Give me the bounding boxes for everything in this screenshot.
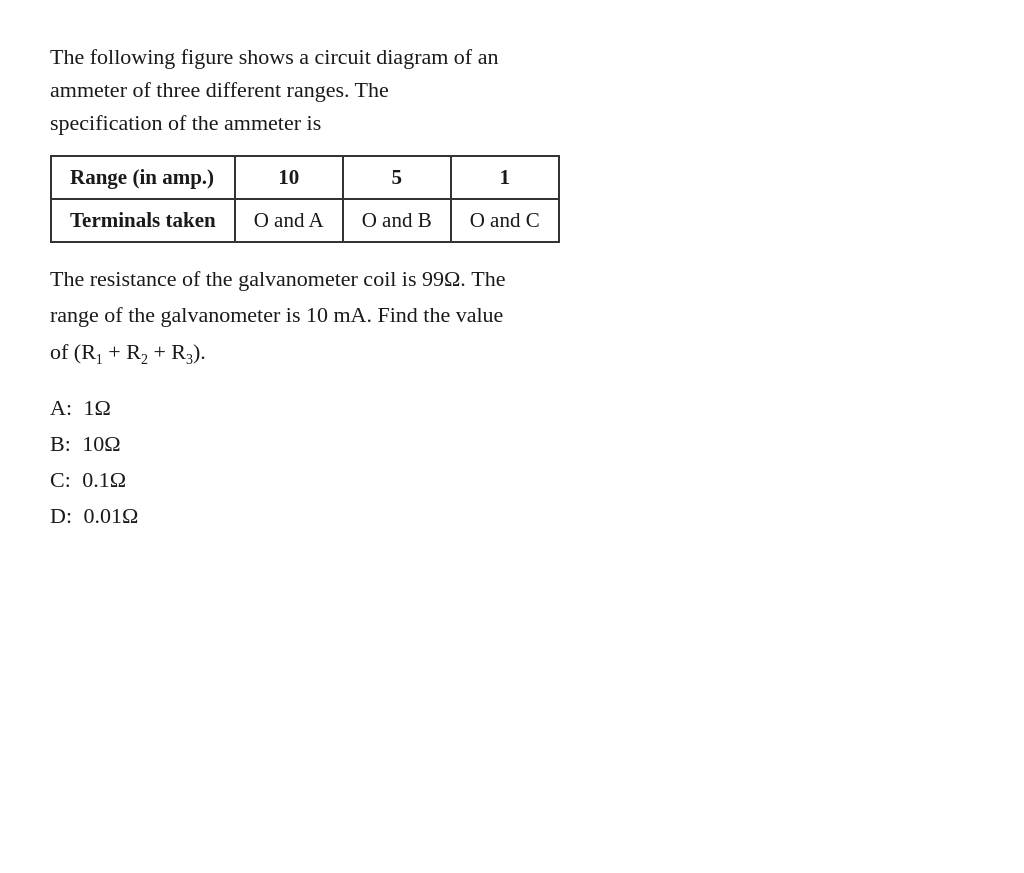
option-a: A: 1Ω (50, 395, 974, 421)
terminals-col2: O and B (343, 199, 451, 242)
option-b: B: 10Ω (50, 431, 974, 457)
intro-line2: ammeter of three different ranges. The (50, 77, 389, 102)
terminals-col1: O and A (235, 199, 343, 242)
option-d: D: 0.01Ω (50, 503, 974, 529)
intro-line3: specification of the ammeter is (50, 110, 321, 135)
terminals-col3: O and C (451, 199, 559, 242)
col-header-range: Range (in amp.) (51, 156, 235, 199)
option-c: C: 0.1Ω (50, 467, 974, 493)
option-d-value: 0.01Ω (84, 503, 139, 529)
description-paragraph: The resistance of the galvanometer coil … (50, 261, 974, 371)
option-a-label: A: (50, 395, 78, 421)
terminals-label: Terminals taken (51, 199, 235, 242)
col-header-1: 1 (451, 156, 559, 199)
option-d-label: D: (50, 503, 78, 529)
intro-line1: The following figure shows a circuit dia… (50, 44, 498, 69)
intro-paragraph: The following figure shows a circuit dia… (50, 40, 974, 139)
table-data-row: Terminals taken O and A O and B O and C (51, 199, 559, 242)
option-c-label: C: (50, 467, 76, 493)
specification-table: Range (in amp.) 10 5 1 Terminals taken O… (50, 155, 560, 243)
col-header-5: 5 (343, 156, 451, 199)
option-b-label: B: (50, 431, 76, 457)
option-b-value: 10Ω (82, 431, 120, 457)
col-header-10: 10 (235, 156, 343, 199)
options-list: A: 1Ω B: 10Ω C: 0.1Ω D: 0.01Ω (50, 395, 974, 529)
option-c-value: 0.1Ω (82, 467, 126, 493)
table-header-row: Range (in amp.) 10 5 1 (51, 156, 559, 199)
option-a-value: 1Ω (84, 395, 111, 421)
